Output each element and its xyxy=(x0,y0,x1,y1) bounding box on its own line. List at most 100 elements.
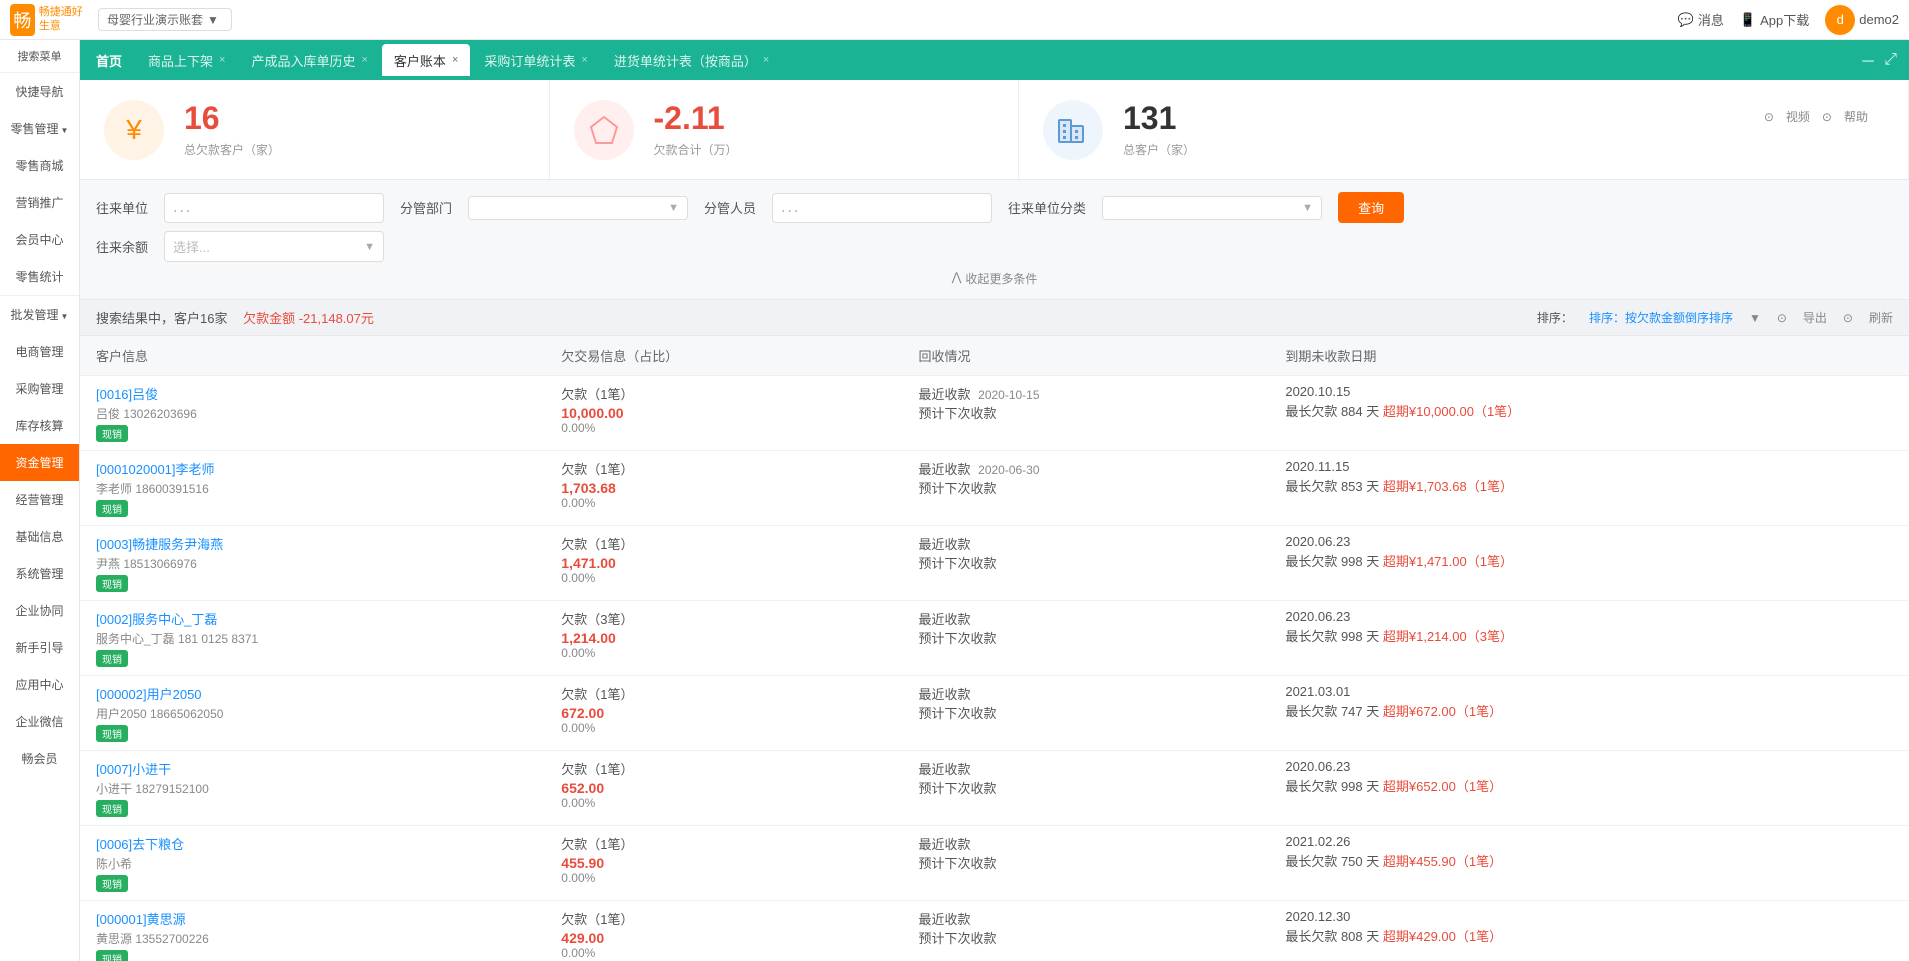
overdue-amount-link-5[interactable]: 超期¥652.00（1笔） xyxy=(1383,779,1502,794)
sidebar-item-app-center[interactable]: 应用中心 xyxy=(0,666,79,703)
stat-value-total-customers: 131 xyxy=(1123,101,1195,136)
minimize-icon[interactable]: － xyxy=(1860,48,1876,72)
tab-purchase-order-stats-close[interactable]: × xyxy=(581,54,587,66)
debt-info-cell-2: 欠款（1笔） 1,471.00 0.00% xyxy=(545,526,902,601)
sidebar-item-operations[interactable]: 经营管理 xyxy=(0,481,79,518)
customer-name-4[interactable]: [000002]用户2050 xyxy=(96,684,529,703)
video-link[interactable]: 视频 xyxy=(1786,108,1810,125)
overdue-amount-link-4[interactable]: 超期¥672.00（1笔） xyxy=(1383,704,1502,719)
sidebar-item-new-guide[interactable]: 新手引导 xyxy=(0,629,79,666)
sidebar-item-marketing[interactable]: 营销推广 xyxy=(0,184,79,221)
debt-amount-3[interactable]: 1,214.00 xyxy=(561,630,886,646)
debt-amount-1[interactable]: 1,703.68 xyxy=(561,480,886,496)
tab-purchase-order-stats[interactable]: 采购订单统计表 × xyxy=(472,44,599,76)
debt-amount-0[interactable]: 10,000.00 xyxy=(561,405,886,421)
customer-name-2[interactable]: [0003]畅捷服务尹海燕 xyxy=(96,534,529,553)
filter-select-balance[interactable]: 选择... ▼ xyxy=(164,231,384,262)
search-button[interactable]: 查询 xyxy=(1338,192,1404,223)
stats-area: ¥ 16 总欠款客户（家） -2.11 欠款合计（万） xyxy=(80,80,1909,180)
filter-input-person[interactable]: ... xyxy=(772,193,992,223)
maximize-icon[interactable]: ⤢ xyxy=(1884,51,1897,69)
sidebar-item-enterprise-collab[interactable]: 企业协同 xyxy=(0,592,79,629)
logo-area: 畅 畅捷通好生意 xyxy=(10,4,90,36)
debt-amount-7[interactable]: 429.00 xyxy=(561,930,886,946)
store-selector[interactable]: 母婴行业演示账套 ▼ xyxy=(98,8,232,31)
sidebar-item-ecommerce[interactable]: 电商管理 xyxy=(0,333,79,370)
debt-count-0: 欠款（1笔） xyxy=(561,384,886,403)
overdue-amount-link-2[interactable]: 超期¥1,471.00（1笔） xyxy=(1383,554,1513,569)
sidebar-item-quick-nav[interactable]: 快捷导航 xyxy=(0,73,79,110)
customer-name-7[interactable]: [000001]黄思源 xyxy=(96,909,529,928)
customer-name-3[interactable]: [0002]服务中心_丁磊 xyxy=(96,609,529,628)
overdue-date-6: 2021.02.26 xyxy=(1285,834,1893,849)
overdue-amount-link-3[interactable]: 超期¥1,214.00（3笔） xyxy=(1383,629,1513,644)
filter-area: 往来单位 ... 分管部门 ▼ 分管人员 ... 往来单位分类 xyxy=(80,180,1909,300)
sidebar-item-enterprise-wechat[interactable]: 企业微信 xyxy=(0,703,79,740)
collapse-icon: ⋀ xyxy=(952,270,962,287)
debt-ratio-7: 0.00% xyxy=(561,946,886,960)
sidebar-item-inventory[interactable]: 库存核算 xyxy=(0,407,79,444)
debt-count-5: 欠款（1笔） xyxy=(561,759,886,778)
sidebar-item-system[interactable]: 系统管理 xyxy=(0,555,79,592)
debt-amount-4[interactable]: 672.00 xyxy=(561,705,886,721)
sidebar-item-purchase[interactable]: 采购管理 xyxy=(0,370,79,407)
tab-incoming-stats[interactable]: 进货单统计表（按商品） × xyxy=(602,44,781,76)
debt-amount-6[interactable]: 455.90 xyxy=(561,855,886,871)
filter-select-unit-class[interactable]: ▼ xyxy=(1102,196,1322,220)
export-button[interactable]: 导出 xyxy=(1803,309,1827,326)
overdue-days-3: 最长欠款 998 天 超期¥1,214.00（3笔） xyxy=(1285,626,1893,645)
sidebar-item-retail-mall[interactable]: 零售商城 xyxy=(0,147,79,184)
overdue-date-5: 2020.06.23 xyxy=(1285,759,1893,774)
sidebar-item-vip-member[interactable]: 畅会员 xyxy=(0,740,79,777)
customer-tag-2: 现销 xyxy=(96,575,128,592)
customer-phone-7: 黄思源 13552700226 xyxy=(96,930,529,947)
app-download-button[interactable]: 📱 App下载 xyxy=(1740,10,1809,29)
next-collect-2: 预计下次收款 xyxy=(919,553,1254,572)
customer-tag-6: 现销 xyxy=(96,875,128,892)
last-collect-5: 最近收款 xyxy=(919,759,1254,778)
tab-production-history-close[interactable]: × xyxy=(361,54,367,66)
tab-product-listing[interactable]: 商品上下架 × xyxy=(136,44,237,76)
sidebar-item-finance[interactable]: 资金管理 xyxy=(0,444,79,481)
customer-name-1[interactable]: [0001020001]李老师 xyxy=(96,459,529,478)
overdue-date-1: 2020.11.15 xyxy=(1285,459,1893,474)
refresh-button[interactable]: 刷新 xyxy=(1869,309,1893,326)
sidebar-item-member-center[interactable]: 会员中心 xyxy=(0,221,79,258)
customer-name-0[interactable]: [0016]吕俊 xyxy=(96,384,529,403)
sidebar-search[interactable]: 搜索菜单 xyxy=(0,40,79,73)
tab-incoming-stats-close[interactable]: × xyxy=(763,54,769,66)
overdue-amount-link-0[interactable]: 超期¥10,000.00（1笔） xyxy=(1383,404,1520,419)
message-button[interactable]: 💬 消息 xyxy=(1678,10,1724,29)
tab-customer-ledger-close[interactable]: × xyxy=(452,54,458,66)
customer-tag-0: 现销 xyxy=(96,425,128,442)
customer-name-5[interactable]: [0007]小进干 xyxy=(96,759,529,778)
help-link[interactable]: 帮助 xyxy=(1844,108,1868,125)
overdue-amount-link-7[interactable]: 超期¥429.00（1笔） xyxy=(1383,929,1502,944)
sort-value[interactable]: 排序：按欠款金额倒序排序 xyxy=(1589,309,1733,326)
tab-customer-ledger[interactable]: 客户账本 × xyxy=(382,44,470,76)
collect-status-cell-2: 最近收款 预计下次收款 xyxy=(903,526,1270,601)
table-row: [000002]用户2050 用户2050 18665062050 现销 欠款（… xyxy=(80,676,1909,751)
tab-home[interactable]: 首页 xyxy=(84,44,134,76)
collapse-row[interactable]: ⋀ 收起更多条件 xyxy=(96,270,1893,287)
app-download-label: App下载 xyxy=(1760,10,1809,29)
filter-select-dept[interactable]: ▼ xyxy=(468,196,688,220)
tab-product-listing-close[interactable]: × xyxy=(219,54,225,66)
logo-text: 畅捷通好生意 xyxy=(39,6,90,32)
sidebar-item-wholesale[interactable]: 批发管理 xyxy=(0,296,79,333)
sidebar-item-retail-management[interactable]: 零售管理 xyxy=(0,110,79,147)
stat-label-total-customers: 总客户（家） xyxy=(1123,141,1195,158)
stat-icon-money: ¥ xyxy=(104,100,164,160)
debt-amount-2[interactable]: 1,471.00 xyxy=(561,555,886,571)
user-avatar-button[interactable]: d demo2 xyxy=(1825,5,1899,35)
filter-input-unit[interactable]: ... xyxy=(164,193,384,223)
debt-amount-5[interactable]: 652.00 xyxy=(561,780,886,796)
tab-production-history[interactable]: 产成品入库单历史 × xyxy=(239,44,379,76)
next-collect-6: 预计下次收款 xyxy=(919,853,1254,872)
sidebar-item-basic-info[interactable]: 基础信息 xyxy=(0,518,79,555)
customer-tag-5: 现销 xyxy=(96,800,128,817)
sidebar-item-retail-stats[interactable]: 零售统计 xyxy=(0,258,79,295)
overdue-amount-link-6[interactable]: 超期¥455.90（1笔） xyxy=(1383,854,1502,869)
customer-name-6[interactable]: [0006]去下粮仓 xyxy=(96,834,529,853)
overdue-amount-link-1[interactable]: 超期¥1,703.68（1笔） xyxy=(1383,479,1513,494)
